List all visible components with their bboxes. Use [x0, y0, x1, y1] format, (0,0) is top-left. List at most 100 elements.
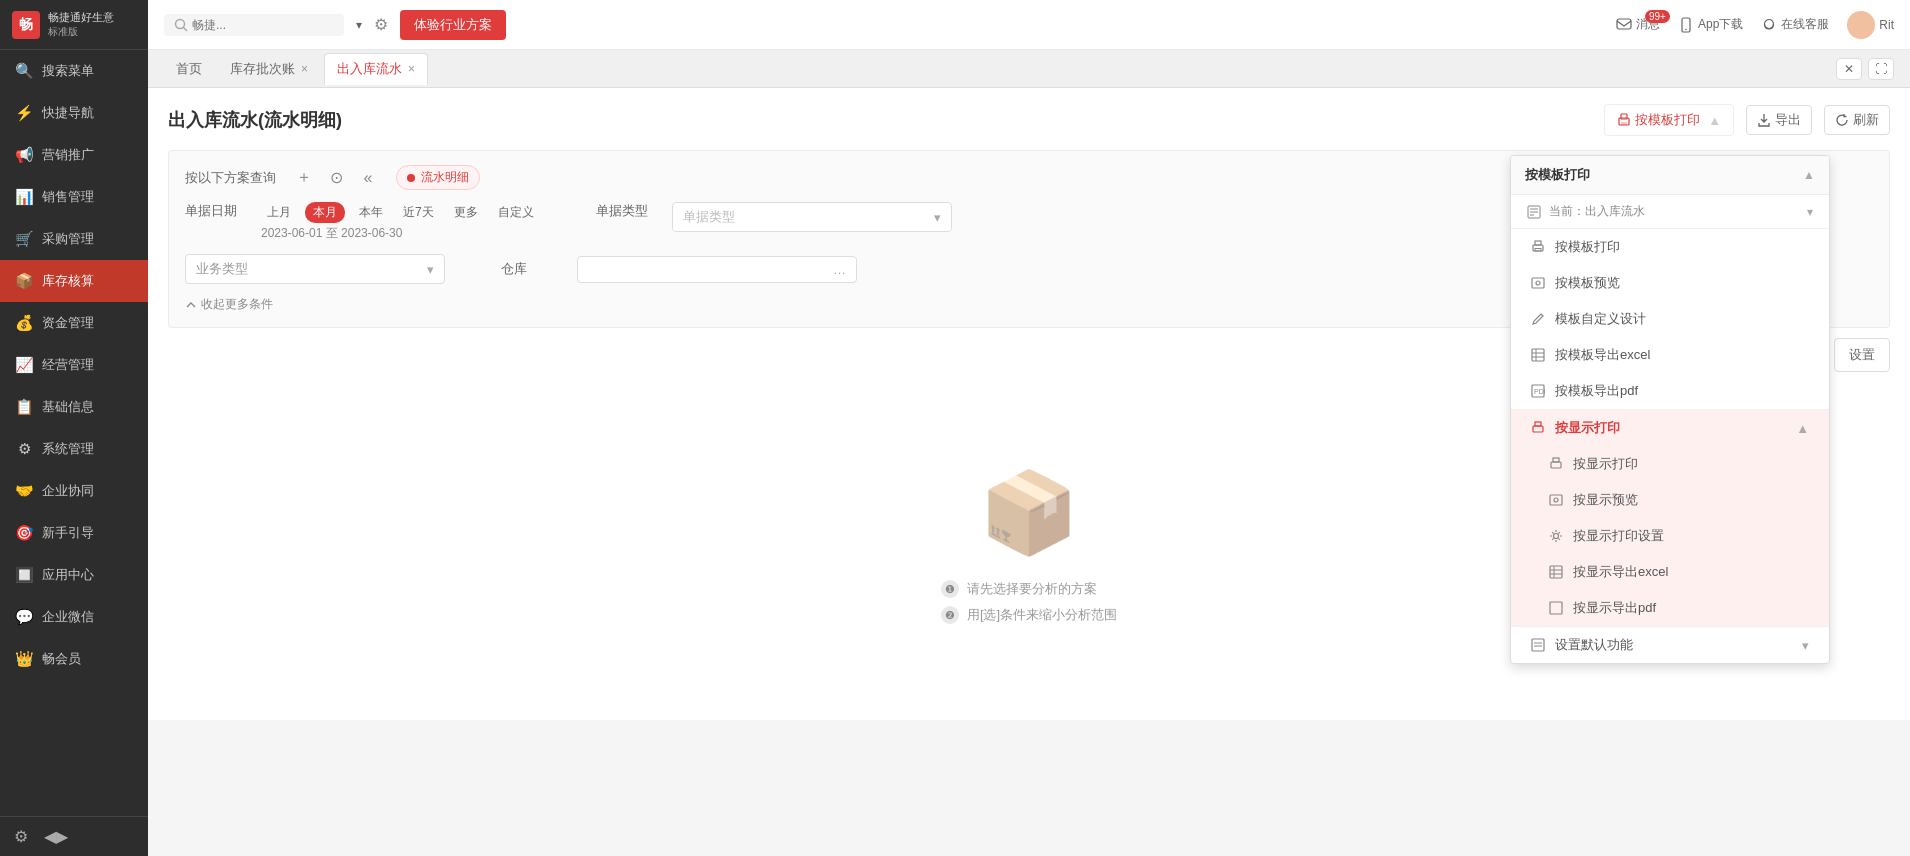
menu-item-display-settings[interactable]: 按显示打印设置 [1511, 518, 1829, 554]
customer-service-button[interactable]: 在线客服 [1761, 16, 1829, 33]
filter-add-icon[interactable]: ＋ [292, 166, 316, 190]
display-settings-icon [1549, 529, 1563, 543]
tab-inventory-flow-close[interactable]: × [408, 62, 415, 76]
filter-date-last-month[interactable]: 上月 [261, 202, 297, 223]
message-badge: 99+ [1645, 10, 1670, 23]
logo-sub: 标准版 [48, 25, 114, 39]
menu-item-default-settings-label: 设置默认功能 [1555, 636, 1633, 654]
menu-item-display-pdf[interactable]: 按显示导出pdf [1511, 590, 1829, 626]
svg-rect-26 [1551, 462, 1561, 468]
sidebar-item-guide[interactable]: 🎯 新手引导 [0, 512, 148, 554]
menu-item-display-print-header[interactable]: 按显示打印 ▲ [1511, 410, 1829, 446]
tab-home[interactable]: 首页 [164, 54, 214, 84]
logo-text: 畅捷通好生意 [48, 10, 114, 25]
print-button[interactable]: 按模板打印 ▲ [1604, 104, 1734, 136]
tab-inventory-flow[interactable]: 出入库流水 × [324, 53, 428, 85]
basic-icon: 📋 [14, 397, 34, 417]
filter-tag-dot [407, 174, 415, 182]
filter-settings-icon[interactable]: ⊙ [324, 166, 348, 190]
filter-date-more[interactable]: 更多 [448, 202, 484, 223]
export-button[interactable]: 导出 [1746, 105, 1812, 135]
sidebar-item-quick-nav[interactable]: ⚡ 快捷导航 [0, 92, 148, 134]
quick-nav-icon: ⚡ [14, 103, 34, 123]
collapse-icon [185, 299, 197, 311]
svg-rect-25 [1535, 422, 1541, 426]
sidebar-item-sales[interactable]: 📊 销售管理 [0, 176, 148, 218]
filter-date-this-year[interactable]: 本年 [353, 202, 389, 223]
filter-warehouse-select[interactable]: … [577, 256, 857, 283]
main-area: ▾ ⚙ 体验行业方案 消息 99+ App下载 在线客服 Rit [148, 0, 1910, 856]
sidebar-item-app-center[interactable]: 🔲 应用中心 [0, 554, 148, 596]
sidebar-item-finance[interactable]: 💰 资金管理 [0, 302, 148, 344]
sidebar-item-marketing[interactable]: 📢 营销推广 [0, 134, 148, 176]
topbar-dropdown[interactable]: ▾ [356, 18, 362, 32]
menu-item-display-excel[interactable]: 按显示导出excel [1511, 554, 1829, 590]
refresh-button[interactable]: 刷新 [1824, 105, 1890, 135]
filter-type-select[interactable]: 单据类型 ▾ [672, 202, 952, 232]
default-settings-arrow[interactable]: ▾ [1802, 638, 1809, 653]
topbar-gear-icon[interactable]: ⚙ [374, 15, 388, 34]
print-button-label: 按模板打印 [1635, 111, 1700, 129]
svg-rect-28 [1550, 495, 1562, 505]
refresh-button-label: 刷新 [1853, 111, 1879, 129]
topbar-right: 消息 99+ App下载 在线客服 Rit [1616, 11, 1894, 39]
menu-item-display-preview[interactable]: 按显示预览 [1511, 482, 1829, 518]
refresh-icon [1835, 113, 1849, 127]
sidebar-item-system[interactable]: ⚙ 系统管理 [0, 428, 148, 470]
filter-date-custom[interactable]: 自定义 [492, 202, 540, 223]
sidebar-item-wechat[interactable]: 💬 企业微信 [0, 596, 148, 638]
filter-business-select[interactable]: 业务类型 ▾ [185, 254, 445, 284]
current-template-arrow[interactable]: ▾ [1807, 205, 1813, 219]
page-title: 出入库流水(流水明细) [168, 108, 342, 132]
sidebar-item-basic[interactable]: 📋 基础信息 [0, 386, 148, 428]
template-icon [1527, 205, 1541, 219]
menu-item-template-print[interactable]: 按模板打印 [1511, 229, 1829, 265]
svg-rect-8 [1621, 122, 1627, 125]
menu-item-display-print[interactable]: 按显示打印 [1511, 446, 1829, 482]
print-dropdown-close-arrow[interactable]: ▲ [1803, 168, 1815, 182]
menu-item-template-preview[interactable]: 按模板预览 [1511, 265, 1829, 301]
menu-item-template-excel[interactable]: 按模板导出excel [1511, 337, 1829, 373]
menu-item-default-settings[interactable]: 设置默认功能 ▾ [1511, 627, 1829, 663]
tab-batch-account[interactable]: 库存批次账 × [218, 54, 320, 84]
sidebar-item-inventory[interactable]: 📦 库存核算 [0, 260, 148, 302]
filter-date-7days[interactable]: 近7天 [397, 202, 440, 223]
sidebar-item-operation[interactable]: 📈 经营管理 [0, 344, 148, 386]
menu-item-template-custom[interactable]: 模板自定义设计 [1511, 301, 1829, 337]
excel-icon-1 [1531, 348, 1545, 362]
settings-button[interactable]: 设置 [1834, 338, 1890, 372]
filter-collapse-icon[interactable]: « [356, 166, 380, 190]
message-button[interactable]: 消息 99+ [1616, 16, 1660, 33]
tab-batch-account-close[interactable]: × [301, 62, 308, 76]
tab-expand-button[interactable]: ⛶ [1868, 58, 1894, 80]
svg-point-17 [1536, 281, 1540, 285]
trial-button[interactable]: 体验行业方案 [400, 10, 506, 40]
sidebar-settings-icon[interactable]: ⚙ [14, 827, 28, 846]
topbar-search-box[interactable] [164, 14, 344, 36]
topbar-search-input[interactable] [192, 18, 302, 32]
empty-icon: 📦 [979, 466, 1079, 560]
tab-close-button[interactable]: ✕ [1836, 58, 1862, 80]
display-print-header-label: 按显示打印 [1555, 419, 1620, 437]
filter-warehouse-arrow: … [833, 262, 846, 277]
app-center-icon: 🔲 [14, 565, 34, 585]
display-print-expand[interactable]: ▲ [1796, 421, 1809, 436]
sidebar: 畅 畅捷通好生意 标准版 🔍 搜索菜单 ⚡ 快捷导航 📢 营销推广 📊 销售管理… [0, 0, 148, 856]
svg-point-30 [1554, 534, 1559, 539]
user-avatar-button[interactable]: Rit [1847, 11, 1894, 39]
pdf-icon-1: PDF [1531, 384, 1545, 398]
print-dropdown-toggle[interactable]: ▲ [1708, 113, 1721, 128]
guide-icon: 🎯 [14, 523, 34, 543]
svg-rect-35 [1550, 602, 1562, 614]
svg-point-29 [1554, 498, 1558, 502]
sidebar-item-purchase[interactable]: 🛒 采购管理 [0, 218, 148, 260]
filter-business-arrow: ▾ [427, 262, 434, 277]
sidebar-item-enterprise[interactable]: 🤝 企业协同 [0, 470, 148, 512]
sidebar-item-search[interactable]: 🔍 搜索菜单 [0, 50, 148, 92]
svg-rect-15 [1535, 249, 1541, 252]
app-download-button[interactable]: App下载 [1678, 16, 1743, 33]
sidebar-item-member[interactable]: 👑 畅会员 [0, 638, 148, 680]
filter-date-this-month[interactable]: 本月 [305, 202, 345, 223]
menu-item-template-pdf[interactable]: PDF 按模板导出pdf [1511, 373, 1829, 409]
sidebar-collapse-icon[interactable]: ◀▶ [44, 827, 68, 846]
